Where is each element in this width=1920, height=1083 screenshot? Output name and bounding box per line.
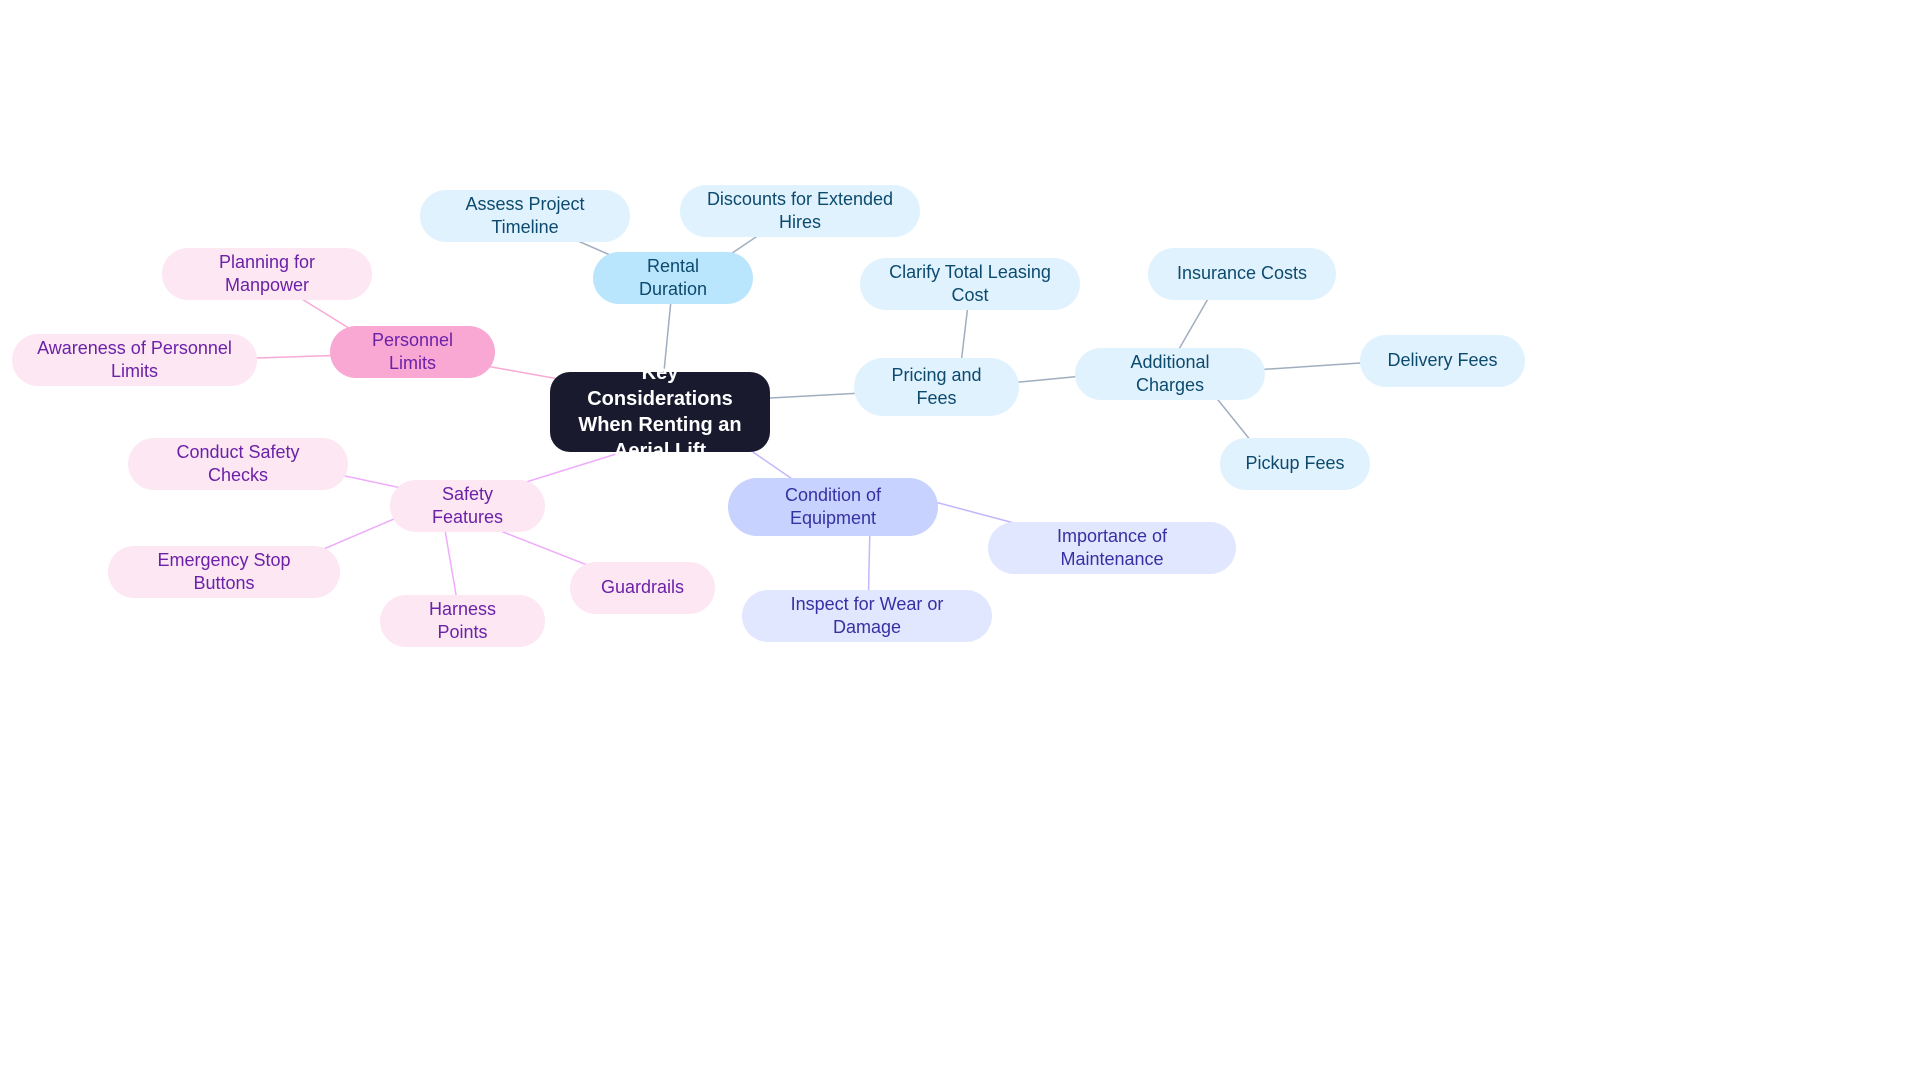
emergency-stop-node: Emergency Stop Buttons [108,546,340,598]
delivery-fees-node: Delivery Fees [1360,335,1525,387]
additional-charges-node: Additional Charges [1075,348,1265,400]
planning-manpower-node: Planning for Manpower [162,248,372,300]
personnel-limits-node: Personnel Limits [330,326,495,378]
inspect-wear-node: Inspect for Wear or Damage [742,590,992,642]
awareness-personnel-node: Awareness of Personnel Limits [12,334,257,386]
harness-points-node: Harness Points [380,595,545,647]
importance-maintenance-node: Importance of Maintenance [988,522,1236,574]
guardrails-node: Guardrails [570,562,715,614]
assess-timeline-node: Assess Project Timeline [420,190,630,242]
discounts-extended-node: Discounts for Extended Hires [680,185,920,237]
clarify-leasing-node: Clarify Total Leasing Cost [860,258,1080,310]
center-node: Key Considerations When Renting an Aeria… [550,372,770,452]
safety-features-node: Safety Features [390,480,545,532]
pricing-fees-node: Pricing and Fees [854,358,1019,416]
insurance-costs-node: Insurance Costs [1148,248,1336,300]
conduct-safety-node: Conduct Safety Checks [128,438,348,490]
condition-equipment-node: Condition of Equipment [728,478,938,536]
rental-duration-node: Rental Duration [593,252,753,304]
pickup-fees-node: Pickup Fees [1220,438,1370,490]
